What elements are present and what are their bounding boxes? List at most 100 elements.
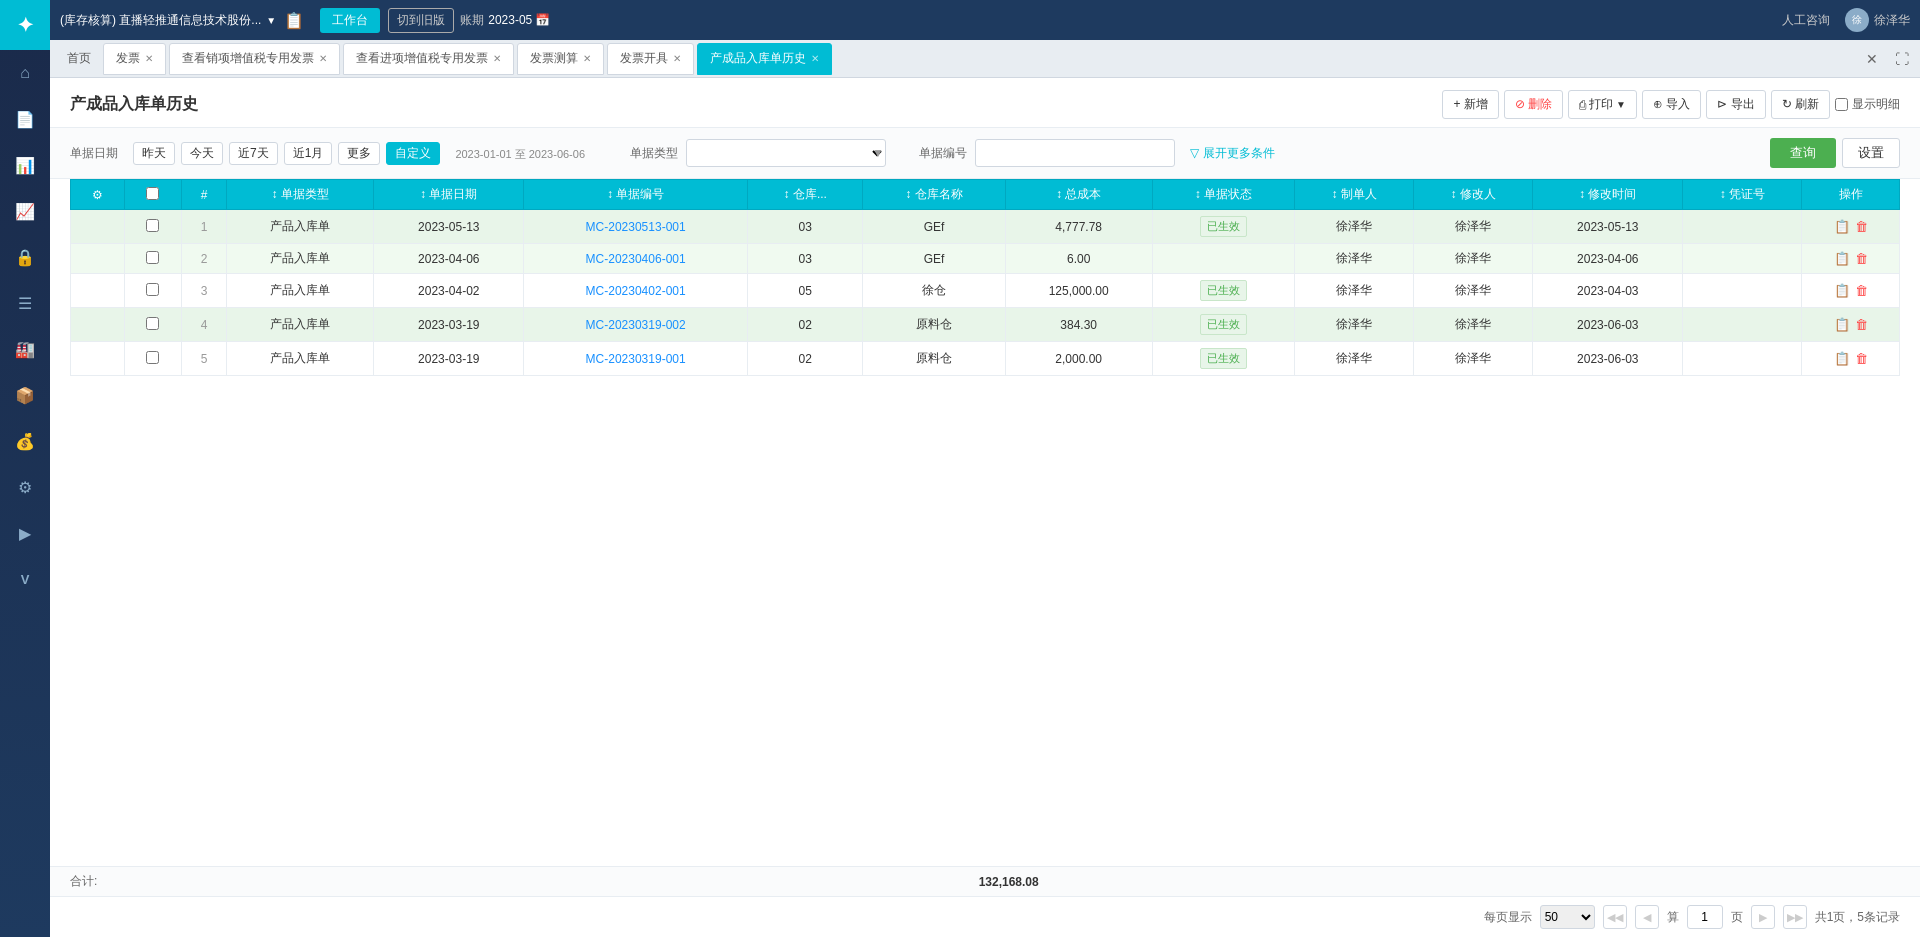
col-warehouse-code[interactable]: ↕ 仓库...: [748, 180, 863, 210]
date-custom-btn[interactable]: 自定义: [386, 142, 440, 165]
col-modifier[interactable]: ↕ 修改人: [1414, 180, 1533, 210]
delete-icon[interactable]: 🗑: [1855, 251, 1868, 266]
query-button[interactable]: 查询: [1770, 138, 1836, 168]
date-yesterday-btn[interactable]: 昨天: [133, 142, 175, 165]
row-checkbox[interactable]: [124, 274, 181, 308]
close-all-button[interactable]: ✕: [1860, 48, 1884, 70]
row-settings-icon[interactable]: [71, 308, 125, 342]
page-prev-btn[interactable]: ◀: [1635, 905, 1659, 929]
row-settings-icon[interactable]: [71, 274, 125, 308]
delete-icon[interactable]: 🗑: [1855, 283, 1868, 298]
col-settings[interactable]: ⚙: [71, 180, 125, 210]
status-badge: 已生效: [1200, 216, 1247, 237]
page-first-btn[interactable]: ◀◀: [1603, 905, 1627, 929]
sidebar-item-product[interactable]: 📦: [0, 372, 50, 418]
tab-input-vat-close[interactable]: ✕: [493, 53, 501, 64]
tab-invoice[interactable]: 发票 ✕: [103, 43, 166, 75]
row-number[interactable]: MC-20230402-001: [524, 274, 748, 308]
row-checkbox[interactable]: [124, 244, 181, 274]
edit-icon[interactable]: 📋: [1834, 251, 1850, 266]
fullscreen-button[interactable]: ⛶: [1889, 48, 1915, 70]
delete-icon[interactable]: 🗑: [1855, 351, 1868, 366]
row-checkbox[interactable]: [124, 308, 181, 342]
export-button[interactable]: ⊳ 导出: [1706, 90, 1765, 119]
tab-invoice-issue-close[interactable]: ✕: [673, 53, 681, 64]
tab-home[interactable]: 首页: [55, 43, 103, 75]
new-button[interactable]: + 新增: [1442, 90, 1498, 119]
col-number[interactable]: ↕ 单据编号: [524, 180, 748, 210]
tab-sales-vat[interactable]: 查看销项增值税专用发票 ✕: [169, 43, 340, 75]
show-detail-checkbox[interactable]: [1835, 98, 1848, 111]
row-number[interactable]: MC-20230319-002: [524, 308, 748, 342]
sidebar-item-home[interactable]: ⌂: [0, 50, 50, 96]
edit-icon[interactable]: 📋: [1834, 317, 1850, 332]
tab-invoice-issue[interactable]: 发票开具 ✕: [607, 43, 694, 75]
col-modify-time[interactable]: ↕ 修改时间: [1533, 180, 1683, 210]
date-more-btn[interactable]: 更多: [338, 142, 380, 165]
row-checkbox[interactable]: [124, 210, 181, 244]
date-1month-btn[interactable]: 近1月: [284, 142, 333, 165]
delete-button[interactable]: ⊘ 删除: [1504, 90, 1563, 119]
old-version-button[interactable]: 切到旧版: [388, 8, 454, 33]
username: 徐泽华: [1874, 12, 1910, 29]
tab-sales-vat-close[interactable]: ✕: [319, 53, 327, 64]
workbench-button[interactable]: 工作台: [320, 8, 380, 33]
sidebar-item-doc[interactable]: 📄: [0, 96, 50, 142]
row-number[interactable]: MC-20230319-001: [524, 342, 748, 376]
import-button[interactable]: ⊕ 导入: [1642, 90, 1701, 119]
company-selector[interactable]: (库存核算) 直播轻推通信息技术股份... ▼: [60, 12, 276, 29]
tab-product-inbound-close[interactable]: ✕: [811, 53, 819, 64]
tab-invoice-calc[interactable]: 发票测算 ✕: [517, 43, 604, 75]
col-creator[interactable]: ↕ 制单人: [1294, 180, 1413, 210]
tab-product-inbound[interactable]: 产成品入库单历史 ✕: [697, 43, 832, 75]
content-area: 产成品入库单历史 + 新增 ⊘ 删除 ⎙ 打印 ▼ ⊕ 导入 ⊳ 导出 ↻ 刷新…: [50, 78, 1920, 937]
table-row: 1 产品入库单 2023-05-13 MC-20230513-001 03 GE…: [71, 210, 1900, 244]
sidebar-item-finance[interactable]: 💰: [0, 418, 50, 464]
sidebar-item-analysis[interactable]: 📈: [0, 188, 50, 234]
user-info[interactable]: 徐 徐泽华: [1845, 8, 1910, 32]
delete-icon[interactable]: 🗑: [1855, 317, 1868, 332]
sidebar-item-video[interactable]: ▶: [0, 510, 50, 556]
sidebar-item-chart[interactable]: 📊: [0, 142, 50, 188]
row-number[interactable]: MC-20230406-001: [524, 244, 748, 274]
per-page-select[interactable]: 10 20 50 100: [1540, 905, 1595, 929]
sidebar-item-version[interactable]: V: [0, 556, 50, 602]
sidebar-item-manage[interactable]: ☰: [0, 280, 50, 326]
edit-icon[interactable]: 📋: [1834, 351, 1850, 366]
date-7days-btn[interactable]: 近7天: [229, 142, 278, 165]
number-filter-input[interactable]: [975, 139, 1175, 167]
type-filter-select[interactable]: 产品入库单: [686, 139, 886, 167]
col-total-cost[interactable]: ↕ 总成本: [1005, 180, 1152, 210]
tab-invoice-calc-close[interactable]: ✕: [583, 53, 591, 64]
row-number[interactable]: MC-20230513-001: [524, 210, 748, 244]
sidebar-item-lock[interactable]: 🔒: [0, 234, 50, 280]
set-button[interactable]: 设置: [1842, 138, 1900, 168]
page-current-input[interactable]: [1687, 905, 1723, 929]
check-all[interactable]: [146, 187, 159, 200]
col-type[interactable]: ↕ 单据类型: [227, 180, 374, 210]
date-today-btn[interactable]: 今天: [181, 142, 223, 165]
expand-filter-btn[interactable]: ▽ 展开更多条件: [1190, 145, 1275, 162]
calendar-icon[interactable]: 📅: [535, 13, 550, 27]
row-settings-icon[interactable]: [71, 244, 125, 274]
refresh-button[interactable]: ↻ 刷新: [1771, 90, 1830, 119]
tab-input-vat[interactable]: 查看进项增值税专用发票 ✕: [343, 43, 514, 75]
support-label[interactable]: 人工咨询: [1782, 12, 1830, 29]
col-voucher[interactable]: ↕ 凭证号: [1683, 180, 1802, 210]
sidebar-item-settings[interactable]: ⚙: [0, 464, 50, 510]
row-checkbox[interactable]: [124, 342, 181, 376]
sidebar-item-warehouse[interactable]: 🏭: [0, 326, 50, 372]
tab-invoice-close[interactable]: ✕: [145, 53, 153, 64]
col-status[interactable]: ↕ 单据状态: [1152, 180, 1294, 210]
print-button[interactable]: ⎙ 打印 ▼: [1568, 90, 1637, 119]
edit-icon[interactable]: 📋: [1834, 219, 1850, 234]
delete-icon[interactable]: 🗑: [1855, 219, 1868, 234]
page-next-btn[interactable]: ▶: [1751, 905, 1775, 929]
col-date[interactable]: ↕ 单据日期: [374, 180, 524, 210]
col-warehouse-name[interactable]: ↕ 仓库名称: [863, 180, 1005, 210]
row-settings-icon[interactable]: [71, 342, 125, 376]
col-check[interactable]: [124, 180, 181, 210]
edit-icon[interactable]: 📋: [1834, 283, 1850, 298]
row-settings-icon[interactable]: [71, 210, 125, 244]
page-last-btn[interactable]: ▶▶: [1783, 905, 1807, 929]
